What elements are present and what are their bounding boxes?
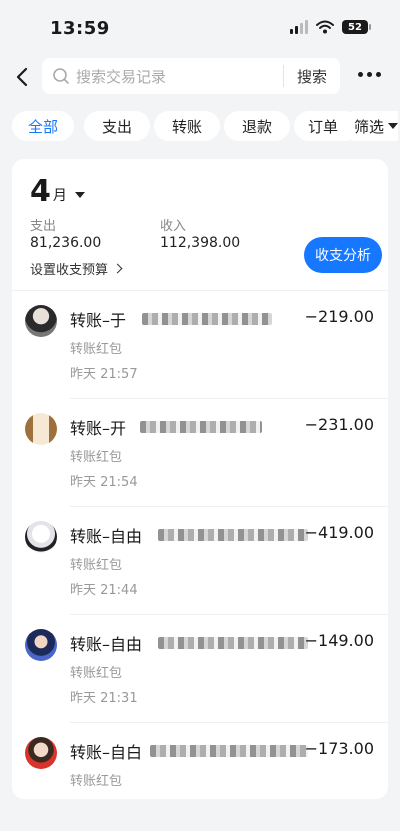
- redacted-name: [158, 637, 308, 649]
- status-time: 13:59: [50, 18, 110, 39]
- transaction-title: 转账–开: [70, 419, 127, 438]
- transaction-type: 转账红包: [70, 450, 123, 465]
- status-icons: 52: [290, 20, 371, 34]
- tab-orders[interactable]: 订单: [294, 111, 360, 141]
- transaction-title: 转账–自由: [70, 635, 143, 654]
- filter-button[interactable]: 筛选: [352, 111, 399, 141]
- income-label: 收入: [160, 219, 187, 234]
- avatar: [25, 413, 57, 445]
- transaction-time: 昨天 21:44: [70, 583, 138, 598]
- transaction-amount: −149.00: [304, 631, 374, 650]
- transaction-type: 转账红包: [70, 666, 123, 681]
- transaction-title: 转账–自由: [70, 527, 143, 546]
- set-budget-link[interactable]: 设置收支预算: [30, 259, 123, 278]
- transaction-row[interactable]: 转账–自由 −419.00 转账红包 昨天 21:44: [12, 507, 388, 615]
- transaction-amount: −419.00: [304, 523, 374, 542]
- transaction-type: 转账红包: [70, 558, 123, 573]
- tab-transfer[interactable]: 转账: [154, 111, 220, 141]
- budget-label: 设置收支预算: [30, 263, 109, 278]
- caret-down-icon: [74, 192, 85, 198]
- transaction-title: 转账–于: [70, 311, 127, 330]
- wifi-icon: [316, 20, 334, 34]
- redacted-name: [140, 421, 262, 433]
- filter-tabs: 全部 支出 转账 退款 订单 筛选: [12, 111, 400, 141]
- search-button[interactable]: 搜索: [284, 66, 340, 87]
- avatar: [25, 737, 57, 769]
- transaction-row[interactable]: 转账–于 −219.00 转账红包 昨天 21:57: [12, 291, 388, 399]
- month-selector[interactable]: 4 月: [30, 177, 85, 207]
- back-arrow-icon[interactable]: [12, 64, 34, 90]
- redacted-name: [150, 745, 308, 757]
- filter-label: 筛选: [354, 117, 385, 136]
- transactions-card: 4 月 支出 81,236.00 收入 112,398.00 设置收支预算 收支…: [12, 159, 388, 799]
- battery-icon: 52: [342, 20, 371, 34]
- status-bar: 13:59 52: [0, 0, 400, 56]
- redacted-name: [158, 529, 308, 541]
- search-row: 搜索交易记录 搜索: [0, 58, 400, 96]
- cellular-signal-icon: [290, 20, 308, 34]
- more-options-icon[interactable]: [358, 72, 381, 77]
- transaction-time: 昨天 21:54: [70, 475, 138, 490]
- transaction-amount: −219.00: [304, 307, 374, 326]
- avatar: [25, 305, 57, 337]
- transaction-row[interactable]: 转账–自由 −149.00 转账红包 昨天 21:31: [12, 615, 388, 723]
- expense-value: 81,236.00: [30, 235, 102, 251]
- transaction-amount: −173.00: [304, 739, 374, 758]
- search-input[interactable]: 搜索交易记录: [76, 66, 283, 87]
- search-box[interactable]: 搜索交易记录 搜索: [42, 58, 340, 94]
- analysis-button[interactable]: 收支分析: [304, 237, 382, 273]
- caret-down-icon: [388, 123, 399, 129]
- transaction-time: 昨天 21:57: [70, 367, 138, 382]
- income-value: 112,398.00: [160, 235, 241, 251]
- transaction-row[interactable]: 转账–开 −231.00 转账红包 昨天 21:54: [12, 399, 388, 507]
- month-unit: 月: [52, 188, 67, 204]
- redacted-name: [142, 313, 272, 325]
- chevron-right-icon: [112, 263, 123, 274]
- expense-label: 支出: [30, 219, 57, 234]
- transaction-row[interactable]: 转账–自白 −173.00 转账红包: [12, 723, 388, 831]
- avatar: [25, 629, 57, 661]
- search-icon: [53, 68, 69, 84]
- month-number: 4: [30, 174, 51, 209]
- avatar: [25, 521, 57, 553]
- transaction-type: 转账红包: [70, 774, 123, 789]
- tab-refund[interactable]: 退款: [224, 111, 290, 141]
- tab-expense[interactable]: 支出: [84, 111, 150, 141]
- transaction-time: 昨天 21:31: [70, 691, 138, 706]
- tab-all[interactable]: 全部: [12, 111, 74, 141]
- transaction-amount: −231.00: [304, 415, 374, 434]
- transaction-type: 转账红包: [70, 342, 123, 357]
- transaction-title: 转账–自白: [70, 743, 143, 762]
